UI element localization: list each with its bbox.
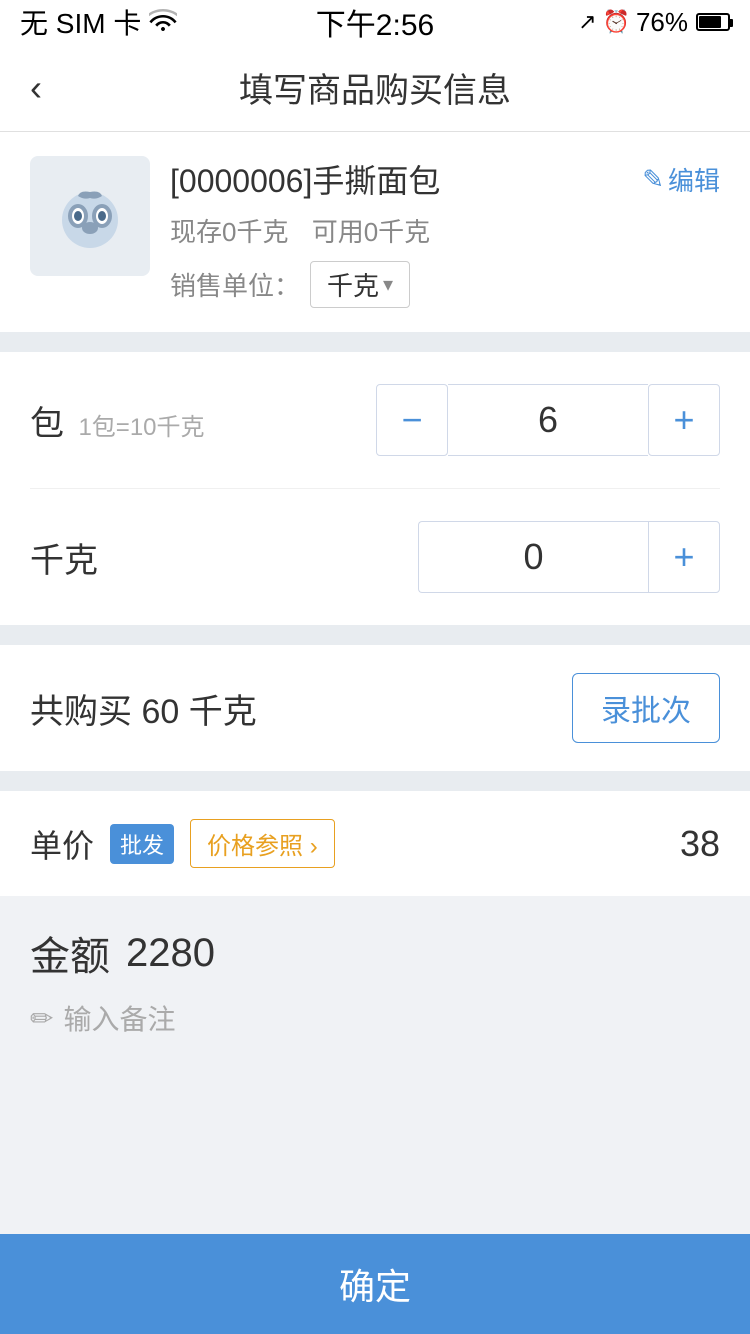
battery-text: 76% [636,7,688,38]
product-stock: 现存0千克 可用0千克 [170,212,720,249]
dropdown-icon: ▾ [383,272,393,297]
unit-select[interactable]: 千克 ▾ [310,261,410,308]
sim-text: 无 SIM 卡 [20,2,141,42]
note-placeholder: 输入备注 [63,998,175,1038]
quantity-label-bao: 包 1包=10千克 [30,396,205,445]
confirm-label: 确定 [339,1258,411,1310]
stock-text: 现存0千克 [170,217,288,247]
hint-bao: 1包=10千克 [78,414,204,441]
quantity-control-bao: − + [376,384,720,456]
quantity-label-kg: 千克 [30,533,98,582]
back-button[interactable]: ‹ [0,67,72,109]
status-time: 下午2:56 [316,0,434,44]
amount-value: 2280 [126,931,215,976]
quantity-section: 包 1包=10千克 − + 千克 + [0,352,750,625]
batch-button[interactable]: 录批次 [572,673,720,743]
location-icon: ↗ [578,9,596,35]
unit-value: 千克 [327,266,379,303]
summary-section: 共购买 60 千克 录批次 [0,645,750,771]
edit-button[interactable]: ✎ 编辑 [642,161,720,198]
product-section: [0000006]手撕面包 ✎ 编辑 现存0千克 可用0千克 销售单位： 千克 … [0,132,750,332]
alarm-icon: ⏰ [603,9,630,35]
summary-text: 共购买 60 千克 [30,684,257,733]
amount-row: 金额 2280 [30,924,720,982]
price-type-tag: 批发 [110,824,174,864]
nav-bar: ‹ 填写商品购买信息 [0,44,750,132]
product-name: [0000006]手撕面包 [170,156,440,202]
label-bao: 包 [30,405,64,443]
divider-2 [0,625,750,645]
amount-label: 金额 [30,924,110,982]
price-section: 单价 批发 价格参照 › 38 [0,791,750,896]
product-image [30,156,150,276]
quantity-control-kg: + [418,521,720,593]
available-text: 可用0千克 [312,217,430,247]
price-label: 单价 [30,821,94,867]
amount-section: 金额 2280 ✏ 输入备注 [0,896,750,1058]
quantity-row-kg: 千克 + [30,489,720,625]
status-right: ↗ ⏰ 76% [578,7,730,38]
product-name-row: [0000006]手撕面包 ✎ 编辑 [170,156,720,202]
quantity-row-bao: 包 1包=10千克 − + [30,352,720,489]
status-bar: 无 SIM 卡 下午2:56 ↗ ⏰ 76% [0,0,750,44]
decrement-bao-button[interactable]: − [376,384,448,456]
nav-title: 填写商品购买信息 [239,63,511,112]
increment-bao-button[interactable]: + [648,384,720,456]
note-row[interactable]: ✏ 输入备注 [30,998,720,1038]
confirm-button[interactable]: 确定 [0,1234,750,1334]
spacer [0,1058,750,1234]
edit-label: 编辑 [668,161,720,198]
edit-icon: ✎ [642,164,664,195]
price-ref-button[interactable]: 价格参照 › [190,819,335,868]
unit-label: 销售单位： [170,266,300,303]
product-info: [0000006]手撕面包 ✎ 编辑 现存0千克 可用0千克 销售单位： 千克 … [170,156,720,308]
product-unit-row: 销售单位： 千克 ▾ [170,261,720,308]
divider-3 [0,771,750,791]
price-value: 38 [680,823,720,865]
quantity-input-bao[interactable] [448,384,648,456]
label-kg: 千克 [30,542,98,580]
quantity-input-kg[interactable] [418,521,648,593]
status-left: 无 SIM 卡 [20,2,177,42]
divider-1 [0,332,750,352]
battery-icon [696,13,730,31]
note-icon: ✏ [30,1002,53,1035]
wifi-icon [149,6,177,38]
increment-kg-button[interactable]: + [648,521,720,593]
